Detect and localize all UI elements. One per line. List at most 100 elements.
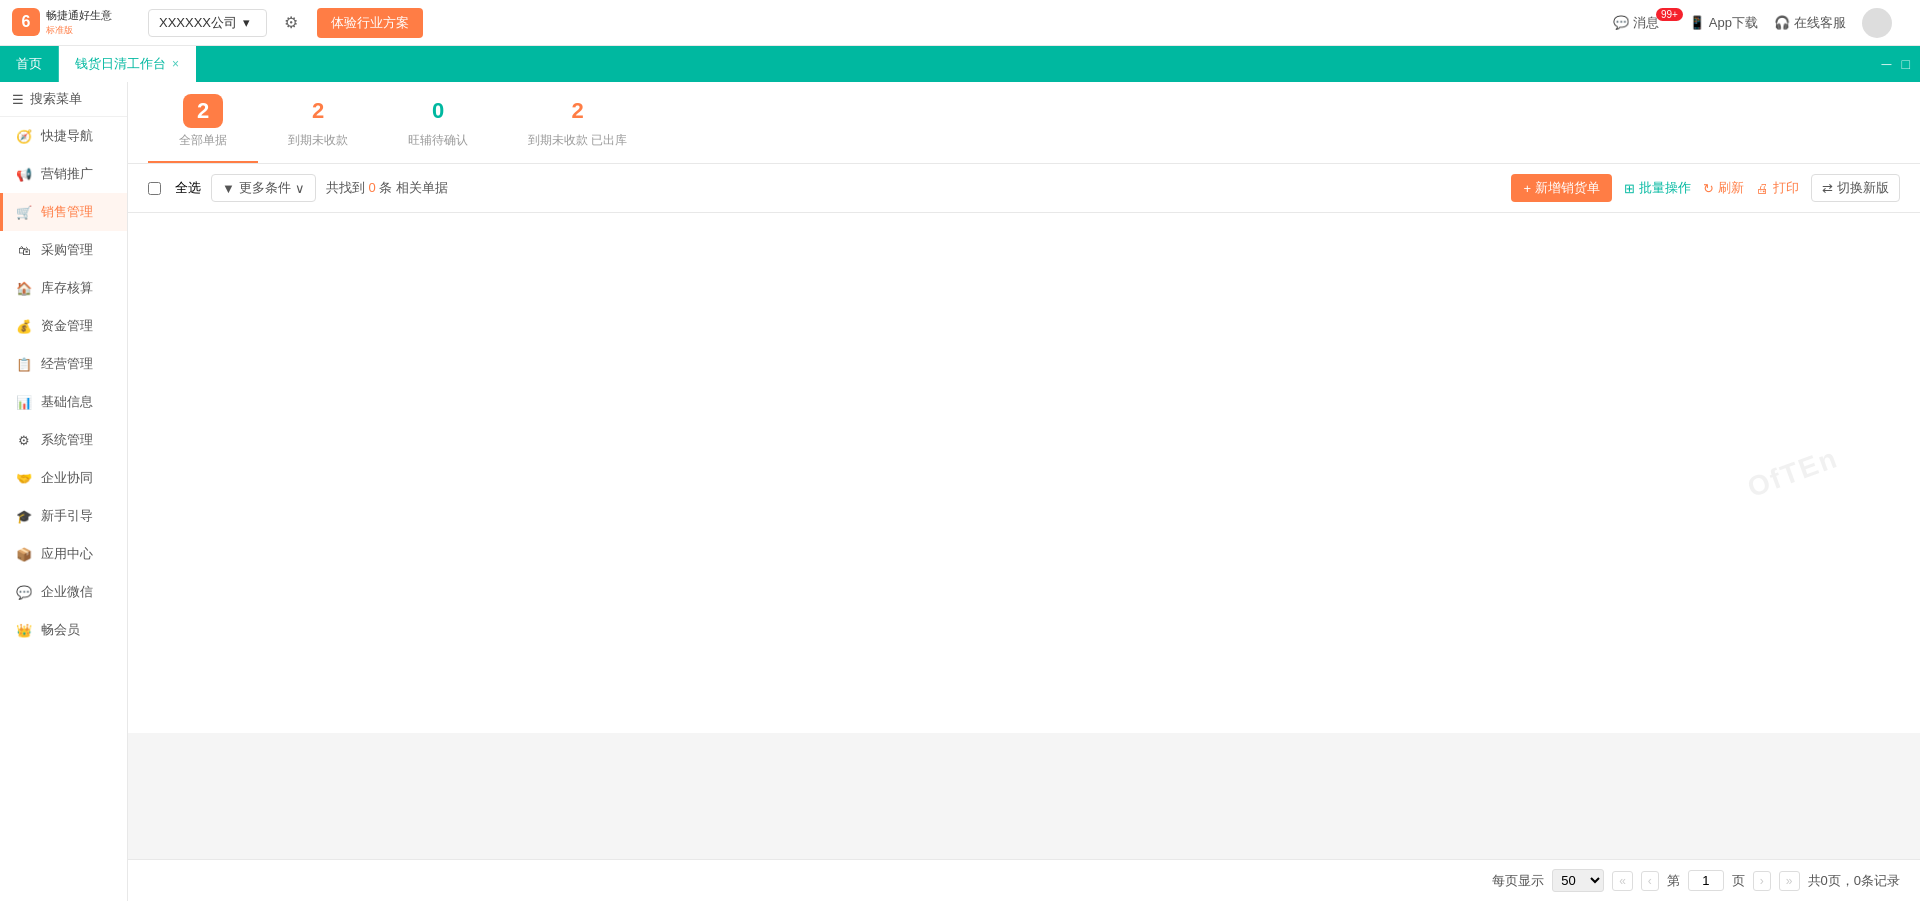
sidebar-item-label: 经营管理 bbox=[41, 355, 93, 373]
add-sale-button[interactable]: + 新增销货单 bbox=[1511, 174, 1612, 202]
pagination-bar: 每页显示 50 10 20 100 « ‹ 第 页 › » 共0页，0条记录 bbox=[128, 859, 1920, 901]
switch-version-button[interactable]: ⇄ 切换新版 bbox=[1811, 174, 1900, 202]
toolbar-right: + 新增销货单 ⊞ 批量操作 ↻ 刷新 🖨 打印 ⇄ 切换新版 bbox=[1511, 174, 1900, 202]
sidebar-item-appstore[interactable]: 📦 应用中心 bbox=[0, 535, 127, 573]
sidebar-item-inventory[interactable]: 🏠 库存核算 bbox=[0, 269, 127, 307]
sidebar-item-operation[interactable]: 📋 经营管理 bbox=[0, 345, 127, 383]
service-icon: 🎧 bbox=[1774, 15, 1790, 30]
stat-label-overdue-shipped: 到期未收款 已出库 bbox=[528, 132, 627, 149]
stat-label-all: 全部单据 bbox=[179, 132, 227, 149]
sidebar-item-marketing[interactable]: 📢 营销推广 bbox=[0, 155, 127, 193]
sidebar-item-label: 企业微信 bbox=[41, 583, 93, 601]
stat-tab-all[interactable]: 2 全部单据 bbox=[148, 82, 258, 163]
stat-label-overdue: 到期未收款 bbox=[288, 132, 348, 149]
purchase-icon: 🛍 bbox=[15, 241, 33, 259]
page-size-label: 每页显示 bbox=[1492, 872, 1544, 890]
found-text: 共找到 0 条 相关单据 bbox=[326, 179, 448, 197]
sidebar-item-wechat[interactable]: 💬 企业微信 bbox=[0, 573, 127, 611]
chevron-filter-icon: ∨ bbox=[295, 181, 305, 196]
operation-icon: 📋 bbox=[15, 355, 33, 373]
marketing-icon: 📢 bbox=[15, 165, 33, 183]
search-icon: ☰ bbox=[12, 92, 24, 107]
select-all-checkbox[interactable] bbox=[148, 182, 161, 195]
stats-tabs: 2 全部单据 2 到期未收款 0 旺辅待确认 2 到期未收款 已出 bbox=[128, 82, 1920, 164]
notifications-button[interactable]: 💬 消息 99+ bbox=[1613, 14, 1673, 32]
next-page-button[interactable]: › bbox=[1753, 871, 1771, 891]
switch-label: 切换新版 bbox=[1837, 179, 1889, 197]
tab-minimize-icon[interactable]: ─ bbox=[1882, 56, 1892, 72]
sidebar-item-member[interactable]: 👑 畅会员 bbox=[0, 611, 127, 649]
notifications-label: 消息 bbox=[1633, 14, 1659, 32]
sidebar-item-label: 营销推广 bbox=[41, 165, 93, 183]
first-page-button[interactable]: « bbox=[1612, 871, 1633, 891]
sidebar-item-label: 基础信息 bbox=[41, 393, 93, 411]
sidebar-item-label: 采购管理 bbox=[41, 241, 93, 259]
online-service-button[interactable]: 🎧 在线客服 bbox=[1774, 14, 1846, 32]
toolbar: 全选 ▼ 更多条件 ∨ 共找到 0 条 相关单据 + 新增销货单 ⊞ 批量操作 bbox=[128, 164, 1920, 213]
sidebar-item-finance[interactable]: 💰 资金管理 bbox=[0, 307, 127, 345]
stat-num-all: 2 bbox=[197, 98, 209, 123]
tab-maximize-icon[interactable]: □ bbox=[1902, 56, 1910, 72]
filter-button[interactable]: ▼ 更多条件 ∨ bbox=[211, 174, 316, 202]
stat-num-box-all: 2 bbox=[183, 94, 223, 128]
quick-nav-icon: 🧭 bbox=[15, 127, 33, 145]
print-button[interactable]: 🖨 打印 bbox=[1756, 179, 1799, 197]
sidebar-item-label: 资金管理 bbox=[41, 317, 93, 335]
member-icon: 👑 bbox=[15, 621, 33, 639]
prev-page-button[interactable]: ‹ bbox=[1641, 871, 1659, 891]
stat-num-box-overdue-shipped: 2 bbox=[558, 94, 598, 128]
filter-icon: ▼ bbox=[222, 181, 235, 196]
batch-icon: ⊞ bbox=[1624, 181, 1635, 196]
company-selector[interactable]: XXXXXX公司 ▾ bbox=[148, 9, 267, 37]
add-btn-label: 新增销货单 bbox=[1535, 179, 1600, 197]
print-label: 打印 bbox=[1773, 179, 1799, 197]
notifications-badge: 99+ bbox=[1656, 8, 1683, 21]
tab-home[interactable]: 首页 bbox=[0, 46, 59, 82]
sidebar-item-label: 企业协同 bbox=[41, 469, 93, 487]
page-number-input[interactable] bbox=[1688, 870, 1724, 891]
top-header: 6 畅捷通好生意 标准版 XXXXXX公司 ▾ ⚙ 体验行业方案 💬 消息 99… bbox=[0, 0, 1920, 46]
sidebar-item-purchase[interactable]: 🛍 采购管理 bbox=[0, 231, 127, 269]
message-icon: 💬 bbox=[1613, 15, 1629, 30]
filter-label: 更多条件 bbox=[239, 179, 291, 197]
tab-active[interactable]: 钱货日清工作台 × bbox=[59, 46, 196, 82]
page-size-select[interactable]: 50 10 20 100 bbox=[1552, 869, 1604, 892]
refresh-button[interactable]: ↻ 刷新 bbox=[1703, 179, 1744, 197]
sidebar: ☰ 搜索菜单 🧭 快捷导航 📢 营销推广 🛒 销售管理 🛍 采购管理 🏠 库存核… bbox=[0, 82, 128, 901]
switch-icon: ⇄ bbox=[1822, 181, 1833, 196]
system-icon: ⚙ bbox=[15, 431, 33, 449]
sidebar-item-label: 应用中心 bbox=[41, 545, 93, 563]
sidebar-item-sales[interactable]: 🛒 销售管理 bbox=[0, 193, 127, 231]
search-menu-label: 搜索菜单 bbox=[30, 90, 82, 108]
refresh-icon: ↻ bbox=[1703, 181, 1714, 196]
sidebar-item-guide[interactable]: 🎓 新手引导 bbox=[0, 497, 127, 535]
search-menu-button[interactable]: ☰ 搜索菜单 bbox=[0, 82, 127, 117]
logo-text: 畅捷通好生意 标准版 bbox=[46, 8, 112, 37]
tab-close-icon[interactable]: × bbox=[172, 57, 179, 71]
stat-num-overdue: 2 bbox=[312, 98, 324, 123]
last-page-button[interactable]: » bbox=[1779, 871, 1800, 891]
tab-bar-actions: ─ □ bbox=[1872, 46, 1920, 82]
sidebar-item-basic[interactable]: 📊 基础信息 bbox=[0, 383, 127, 421]
stat-tab-overdue[interactable]: 2 到期未收款 bbox=[258, 82, 378, 163]
logo-area: 6 畅捷通好生意 标准版 bbox=[12, 8, 140, 37]
sidebar-item-label: 库存核算 bbox=[41, 279, 93, 297]
inventory-icon: 🏠 bbox=[15, 279, 33, 297]
stat-num-wangwang: 0 bbox=[432, 98, 444, 123]
batch-operation-button[interactable]: ⊞ 批量操作 bbox=[1624, 179, 1691, 197]
sidebar-item-cooperation[interactable]: 🤝 企业协同 bbox=[0, 459, 127, 497]
trial-button[interactable]: 体验行业方案 bbox=[317, 8, 423, 38]
sidebar-item-quick-nav[interactable]: 🧭 快捷导航 bbox=[0, 117, 127, 155]
page-prefix-label: 第 bbox=[1667, 872, 1680, 890]
app-download-button[interactable]: 📱 App下载 bbox=[1689, 14, 1758, 32]
stat-label-wangwang: 旺辅待确认 bbox=[408, 132, 468, 149]
sidebar-item-system[interactable]: ⚙ 系统管理 bbox=[0, 421, 127, 459]
avatar bbox=[1862, 8, 1892, 38]
settings-icon[interactable]: ⚙ bbox=[275, 7, 307, 39]
stat-tab-overdue-shipped[interactable]: 2 到期未收款 已出库 bbox=[498, 82, 657, 163]
appstore-icon: 📦 bbox=[15, 545, 33, 563]
page-suffix-label: 页 bbox=[1732, 872, 1745, 890]
stat-tab-wangwang[interactable]: 0 旺辅待确认 bbox=[378, 82, 498, 163]
total-label: 共0页，0条记录 bbox=[1808, 872, 1900, 890]
sidebar-item-label: 销售管理 bbox=[41, 203, 93, 221]
